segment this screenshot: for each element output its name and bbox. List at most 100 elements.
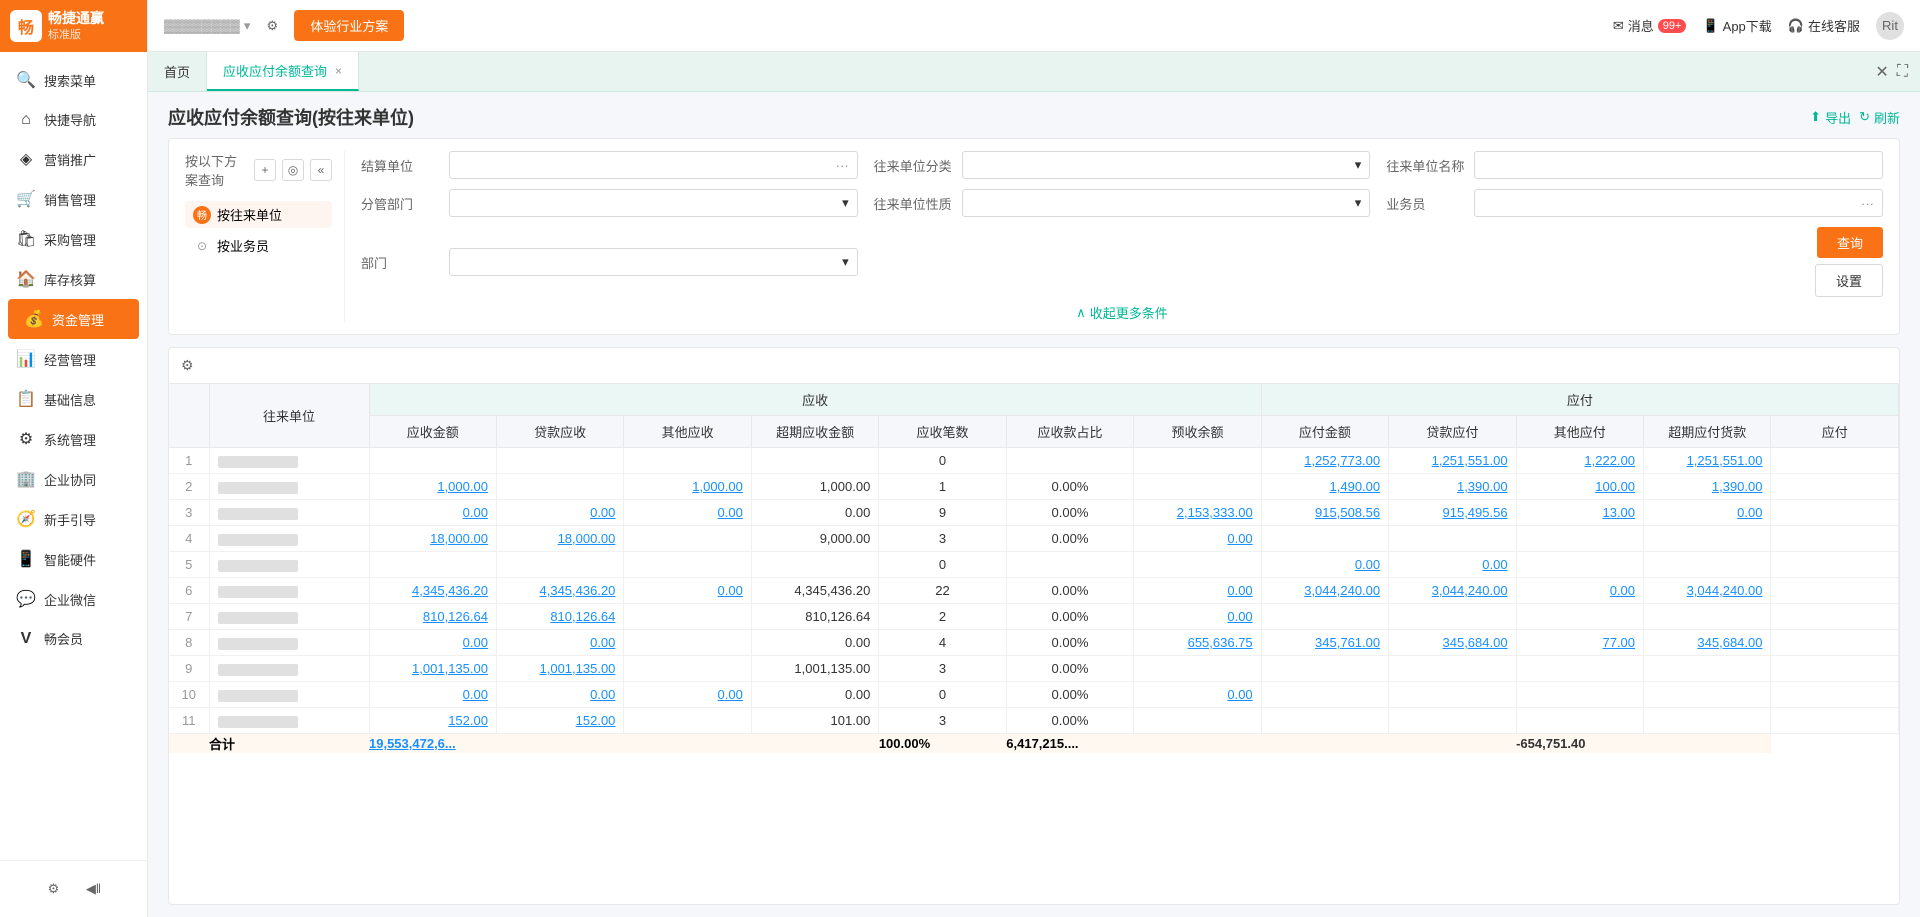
table-row: 10 0.00 0.00 0.00 0.00 0 0.00% 0.00 (169, 682, 1899, 708)
collapse-btn[interactable]: ◀‖ (78, 873, 110, 905)
trial-button[interactable]: 体验行业方案 (294, 10, 404, 41)
cell-receivable-ratio: 0.00% (1006, 526, 1133, 552)
salesperson-input[interactable]: ··· (1474, 189, 1883, 217)
main-content: ▓▓▓▓▓▓▓▓ ▾ ⚙ 体验行业方案 ✉ 消息 99+ 📱 App下载 🎧 在… (148, 0, 1920, 917)
gear-button[interactable]: ⚙ (258, 12, 286, 40)
tab-maximize-icon[interactable]: ⛶ (1897, 63, 1908, 81)
sidebar-item-guide[interactable]: 🧭 新手引导 (0, 499, 147, 539)
purchase-icon: 🛍 (16, 229, 36, 249)
cell-receivable-count: 0 (879, 448, 1006, 474)
cell-receivable-ratio: 0.00% (1006, 578, 1133, 604)
tab-close-window-icon[interactable]: ✕ (1875, 62, 1888, 82)
cell-receivable-count: 0 (879, 682, 1006, 708)
cell-payable-extra (1771, 578, 1899, 604)
cell-prepaid-balance (1134, 656, 1261, 682)
target-icon-btn[interactable]: ◎ (282, 159, 304, 181)
partner-name-input[interactable] (1474, 151, 1883, 179)
sidebar-item-purchase[interactable]: 🛍 采购管理 (0, 219, 147, 259)
user-avatar[interactable]: Rit (1876, 12, 1904, 40)
cell-overdue-payable: 3,044,240.00 (1644, 578, 1771, 604)
partner-nature-select[interactable]: ▾ (962, 189, 1371, 217)
tab-close-icon[interactable]: × (335, 64, 342, 78)
col-payable-extra: 应付 (1771, 416, 1899, 448)
online-service-action[interactable]: 🎧 在线客服 (1788, 16, 1860, 35)
collapse-more-btn[interactable]: ∧ 收起更多条件 (361, 297, 1883, 322)
cell-partner-name (209, 682, 369, 708)
cell-payable-amount (1261, 656, 1388, 682)
cell-payable-amount: 1,490.00 (1261, 474, 1388, 500)
messages-badge: 99+ (1658, 19, 1687, 33)
sidebar-item-enterprise[interactable]: 🏢 企业协同 (0, 459, 147, 499)
company-selector[interactable]: ▓▓▓▓▓▓▓▓ ▾ (164, 18, 250, 34)
salesperson-dots: ··· (1861, 196, 1874, 211)
base-info-icon: 📋 (16, 389, 36, 409)
sidebar-item-marketing[interactable]: ◈ 营销推广 (0, 139, 147, 179)
sidebar-item-funds[interactable]: 💰 资金管理 (8, 299, 139, 339)
cell-loan-receivable: 0.00 (496, 682, 623, 708)
scheme-item-by-staff[interactable]: ⊙ 按业务员 (185, 232, 332, 259)
table-row: 6 4,345,436.20 4,345,436.20 0.00 4,345,4… (169, 578, 1899, 604)
tab-home[interactable]: 首页 (148, 52, 207, 91)
sidebar-nav: 🔍 搜索菜单 ⌂ 快捷导航 ◈ 营销推广 🛒 销售管理 🛍 采购管理 🏠 库存核… (0, 52, 147, 860)
department-select[interactable]: ▾ (449, 248, 858, 276)
cell-receivable-ratio (1006, 448, 1133, 474)
cell-partner-name (209, 604, 369, 630)
cell-receivable-ratio: 0.00% (1006, 708, 1133, 734)
sidebar-item-system[interactable]: ⚙ 系统管理 (0, 419, 147, 459)
add-scheme-btn[interactable]: + (254, 159, 276, 181)
col-receivable-count: 应收笔数 (879, 416, 1006, 448)
settlement-label: 结算单位 (361, 156, 441, 175)
scheme-item-by-partner[interactable]: 畅 按往来单位 (185, 201, 332, 228)
query-fields: 结算单位 ··· 往来单位分类 ▾ (361, 151, 1883, 322)
cell-receivable-ratio: 0.00% (1006, 656, 1133, 682)
home-icon: ⌂ (16, 111, 36, 129)
user-name: Rit (1882, 18, 1898, 33)
cell-loan-receivable (496, 448, 623, 474)
smart-hw-icon: 📱 (16, 549, 36, 569)
form-row-branch-dept: 分管部门 ▾ (361, 189, 858, 217)
sidebar-item-sales[interactable]: 🛒 销售管理 (0, 179, 147, 219)
sidebar-item-label: 基础信息 (44, 390, 96, 409)
collapse-scheme-btn[interactable]: « (310, 159, 332, 181)
cell-loan-payable (1389, 656, 1516, 682)
cell-loan-payable: 3,044,240.00 (1389, 578, 1516, 604)
cell-receivable-count: 2 (879, 604, 1006, 630)
collapse-icon: ∧ (1076, 305, 1086, 321)
tab-bar: 首页 应收应付余额查询 × ✕ ⛶ (148, 52, 1920, 92)
settlement-input[interactable]: ··· (449, 151, 858, 179)
search-icon: 🔍 (16, 70, 36, 90)
chevron-down-icon: ▾ (842, 254, 849, 270)
sidebar-item-wechat[interactable]: 💬 企业微信 (0, 579, 147, 619)
footer-payable-total: -654,751.40 (1516, 734, 1643, 754)
sidebar-item-base-info[interactable]: 📋 基础信息 (0, 379, 147, 419)
sidebar-item-search[interactable]: 🔍 搜索菜单 (0, 60, 147, 100)
setting-button[interactable]: 设置 (1815, 264, 1883, 297)
sidebar-item-quick-nav[interactable]: ⌂ 快捷导航 (0, 100, 147, 139)
marketing-icon: ◈ (16, 149, 36, 169)
cell-partner-name (209, 578, 369, 604)
search-button[interactable]: 查询 (1817, 227, 1883, 258)
sidebar-item-smart-hw[interactable]: 📱 智能硬件 (0, 539, 147, 579)
cell-overdue-receivable: 4,345,436.20 (751, 578, 878, 604)
settings-bottom-btn[interactable]: ⚙ (38, 873, 70, 905)
cell-overdue-receivable: 810,126.64 (751, 604, 878, 630)
branch-dept-select[interactable]: ▾ (449, 189, 858, 217)
sidebar-item-operations[interactable]: 📊 经营管理 (0, 339, 147, 379)
export-button[interactable]: ⬆ 导出 (1810, 108, 1851, 127)
sidebar-item-label: 库存核算 (44, 270, 96, 289)
cell-loan-payable (1389, 604, 1516, 630)
app-download-action[interactable]: 📱 App下载 (1702, 16, 1771, 35)
refresh-button[interactable]: ↻ 刷新 (1859, 108, 1900, 127)
guide-icon: 🧭 (16, 509, 36, 529)
table-settings-icon[interactable]: ⚙ (181, 357, 194, 374)
messages-action[interactable]: ✉ 消息 99+ (1613, 16, 1687, 35)
partner-category-select[interactable]: ▾ (962, 151, 1371, 179)
sidebar-item-member[interactable]: V 畅会员 (0, 619, 147, 658)
cell-overdue-payable (1644, 708, 1771, 734)
table-row: 2 1,000.00 1,000.00 1,000.00 1 0.00% 1,4… (169, 474, 1899, 500)
cell-payable-extra (1771, 474, 1899, 500)
tab-receivable[interactable]: 应收应付余额查询 × (207, 52, 359, 91)
cell-prepaid-balance (1134, 474, 1261, 500)
table-scroll-area[interactable]: 往来单位 应收 应付 应收金额 贷款应收 其他应收 超期应收金额 应收笔数 应收… (169, 384, 1899, 904)
sidebar-item-inventory[interactable]: 🏠 库存核算 (0, 259, 147, 299)
